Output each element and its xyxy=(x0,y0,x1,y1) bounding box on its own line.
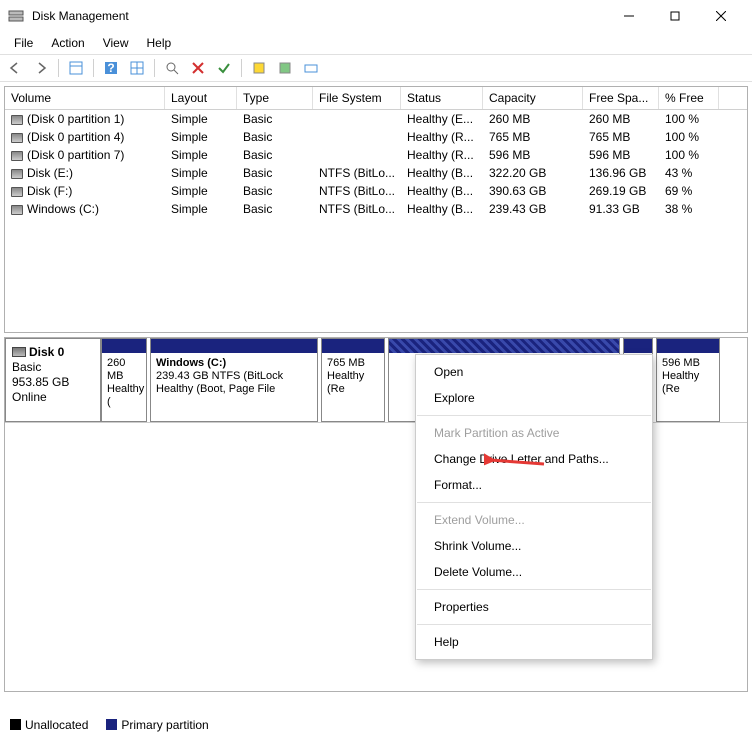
col-pctfree[interactable]: % Free xyxy=(659,87,719,109)
partition[interactable]: 260 MBHealthy ( xyxy=(101,338,147,422)
table-row[interactable]: Disk (E:)SimpleBasicNTFS (BitLo...Health… xyxy=(5,164,747,182)
col-filesystem[interactable]: File System xyxy=(313,87,401,109)
col-type[interactable]: Type xyxy=(237,87,313,109)
menu-action[interactable]: Action xyxy=(43,34,92,52)
menu-bar: File Action View Help xyxy=(0,32,752,54)
context-menu-item[interactable]: Help xyxy=(416,629,652,655)
col-freespace[interactable]: Free Spa... xyxy=(583,87,659,109)
toolbar: ? xyxy=(0,54,752,82)
partition[interactable]: 596 MBHealthy (Re xyxy=(656,338,720,422)
delete-icon[interactable] xyxy=(187,57,209,79)
window-title: Disk Management xyxy=(32,9,606,23)
col-status[interactable]: Status xyxy=(401,87,483,109)
table-row[interactable]: (Disk 0 partition 7)SimpleBasicHealthy (… xyxy=(5,146,747,164)
forward-button[interactable] xyxy=(30,57,52,79)
toolbar-icon-3[interactable] xyxy=(300,57,322,79)
toolbar-icon-2[interactable] xyxy=(274,57,296,79)
legend-unallocated-swatch xyxy=(10,719,21,730)
context-menu-item[interactable]: Explore xyxy=(416,385,652,411)
volume-icon xyxy=(11,169,23,179)
volume-icon xyxy=(11,115,23,125)
maximize-button[interactable] xyxy=(652,0,698,32)
context-menu-item[interactable]: Properties xyxy=(416,594,652,620)
table-row[interactable]: (Disk 0 partition 4)SimpleBasicHealthy (… xyxy=(5,128,747,146)
disk-info[interactable]: Disk 0 Basic 953.85 GB Online xyxy=(5,338,101,422)
table-row[interactable]: Disk (F:)SimpleBasicNTFS (BitLo...Health… xyxy=(5,182,747,200)
close-button[interactable] xyxy=(698,0,744,32)
partition[interactable]: Windows (C:)239.43 GB NTFS (BitLockHealt… xyxy=(150,338,318,422)
title-bar: Disk Management xyxy=(0,0,752,32)
menu-view[interactable]: View xyxy=(95,34,137,52)
svg-text:?: ? xyxy=(107,61,114,75)
menu-help[interactable]: Help xyxy=(139,34,180,52)
volume-icon xyxy=(11,133,23,143)
volume-list-header: Volume Layout Type File System Status Ca… xyxy=(5,87,747,110)
disk-type: Basic xyxy=(12,360,41,374)
volume-list[interactable]: Volume Layout Type File System Status Ca… xyxy=(4,86,748,333)
context-menu-item: Extend Volume... xyxy=(416,507,652,533)
annotation-arrow xyxy=(484,452,548,472)
table-row[interactable]: Windows (C:)SimpleBasicNTFS (BitLo...Hea… xyxy=(5,200,747,218)
legend-primary-swatch xyxy=(106,719,117,730)
search-icon[interactable] xyxy=(161,57,183,79)
partition[interactable]: 765 MBHealthy (Re xyxy=(321,338,385,422)
context-menu-item[interactable]: Open xyxy=(416,359,652,385)
toolbar-view-icon[interactable] xyxy=(65,57,87,79)
col-capacity[interactable]: Capacity xyxy=(483,87,583,109)
context-menu: OpenExploreMark Partition as ActiveChang… xyxy=(415,354,653,660)
legend-primary-label: Primary partition xyxy=(121,718,208,732)
context-menu-item[interactable]: Delete Volume... xyxy=(416,559,652,585)
menu-file[interactable]: File xyxy=(6,34,41,52)
legend-unallocated-label: Unallocated xyxy=(25,718,88,732)
volume-icon xyxy=(11,205,23,215)
toolbar-grid-icon[interactable] xyxy=(126,57,148,79)
legend: Unallocated Primary partition xyxy=(10,718,209,732)
disk-icon xyxy=(12,347,26,357)
context-menu-item[interactable]: Shrink Volume... xyxy=(416,533,652,559)
help-icon[interactable]: ? xyxy=(100,57,122,79)
table-row[interactable]: (Disk 0 partition 1)SimpleBasicHealthy (… xyxy=(5,110,747,128)
volume-icon xyxy=(11,187,23,197)
col-volume[interactable]: Volume xyxy=(5,87,165,109)
minimize-button[interactable] xyxy=(606,0,652,32)
back-button[interactable] xyxy=(4,57,26,79)
disk-status: Online xyxy=(12,390,47,404)
col-layout[interactable]: Layout xyxy=(165,87,237,109)
context-menu-item[interactable]: Format... xyxy=(416,472,652,498)
volume-icon xyxy=(11,151,23,161)
context-menu-item: Mark Partition as Active xyxy=(416,420,652,446)
check-icon[interactable] xyxy=(213,57,235,79)
toolbar-icon-1[interactable] xyxy=(248,57,270,79)
disk-label: Disk 0 xyxy=(29,345,64,359)
app-icon xyxy=(8,8,24,24)
disk-size: 953.85 GB xyxy=(12,375,69,389)
